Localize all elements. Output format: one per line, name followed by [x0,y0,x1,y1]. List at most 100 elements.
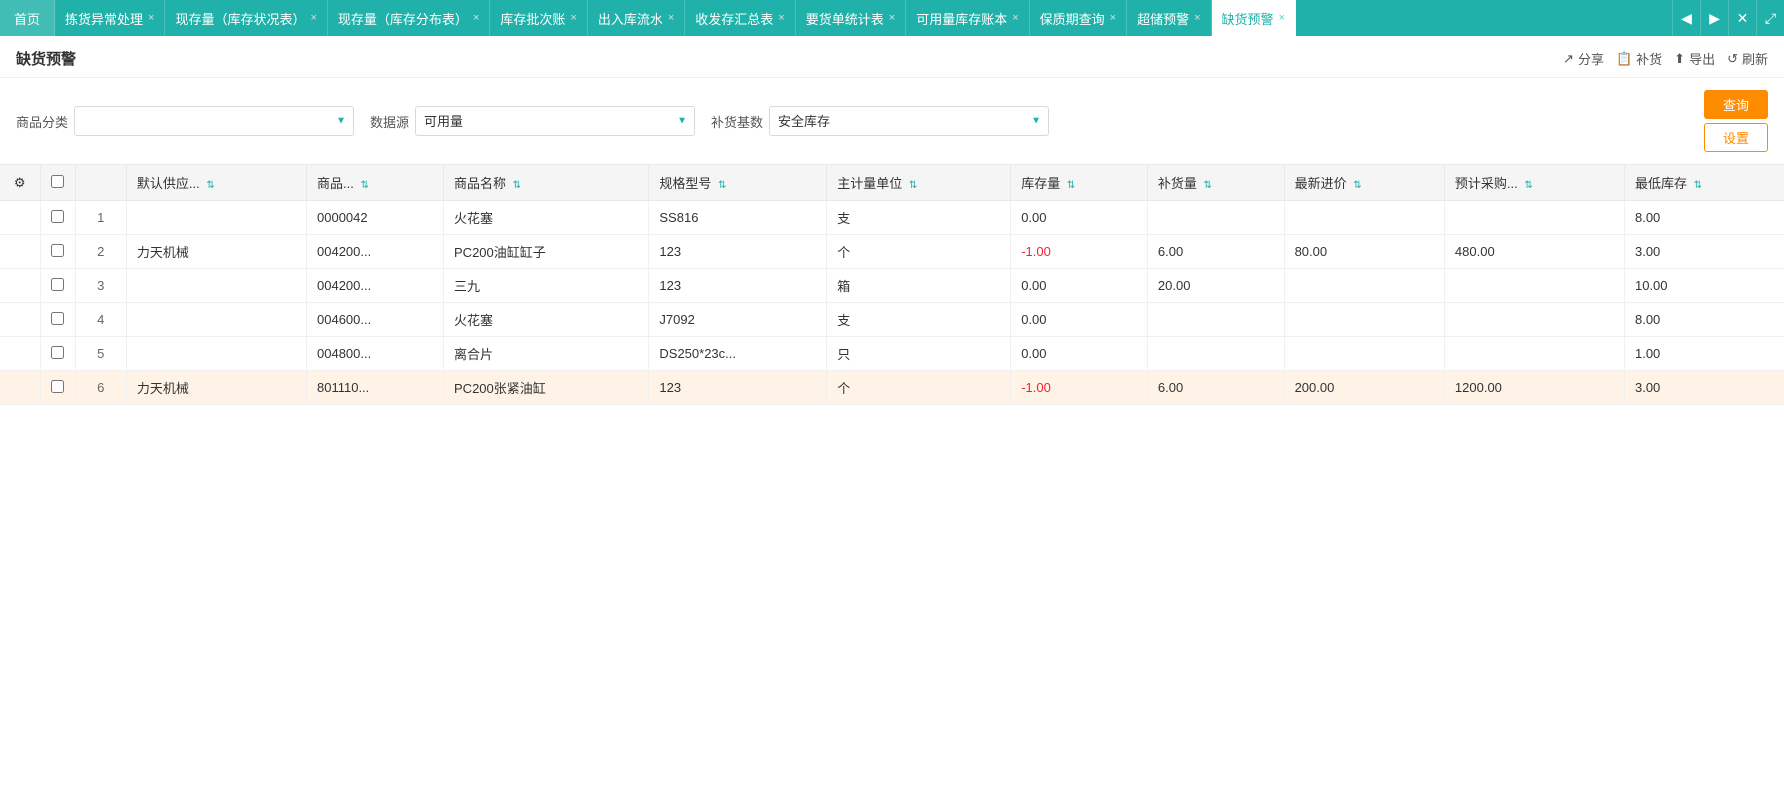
main-content: 缺货预警 ↗ 分享 📋 补货 ⬆ 导出 ↺ 刷新 商品分类 [0,36,1784,796]
row-checkbox[interactable] [51,278,64,291]
export-button[interactable]: ⬆ 导出 [1674,49,1715,68]
sort-icon: ⇅ [513,180,521,191]
table-container: ⚙ 默认供应... ⇅ 商品... ⇅ 商品名称 [0,164,1784,405]
table-row: 1 0000042 火花塞 SS816 支 0.00 8.00 [0,201,1784,235]
row-est-purchase: 1200.00 [1444,371,1624,405]
data-table: ⚙ 默认供应... ⇅ 商品... ⇅ 商品名称 [0,164,1784,405]
tab-expiry-query[interactable]: 保质期查询 × [1030,0,1127,36]
col-min-stock[interactable]: 最低库存 ⇅ [1624,165,1784,201]
tab-inventory-status[interactable]: 现存量（库存状况表） × [165,0,327,36]
col-gear[interactable]: ⚙ [0,165,40,201]
close-icon[interactable]: × [310,12,316,24]
close-icon[interactable]: × [1012,12,1018,24]
row-checkbox[interactable] [51,346,64,359]
row-unit: 支 [827,303,1011,337]
col-unit[interactable]: 主计量单位 ⇅ [827,165,1011,201]
close-icon[interactable]: × [668,12,674,24]
col-latest-price[interactable]: 最新进价 ⇅ [1284,165,1444,201]
col-spec[interactable]: 规格型号 ⇅ [649,165,827,201]
refresh-icon: ↺ [1727,51,1738,67]
row-latest-price [1284,337,1444,371]
tab-order-stats[interactable]: 要货单统计表 × [796,0,906,36]
close-icon[interactable]: × [1110,12,1116,24]
row-replenish [1147,303,1284,337]
row-est-purchase [1444,303,1624,337]
row-no: 4 [75,303,126,337]
close-icon[interactable]: × [778,12,784,24]
row-latest-price [1284,201,1444,235]
col-stock[interactable]: 库存量 ⇅ [1011,165,1148,201]
tab-overstock[interactable]: 超储预警 × [1127,0,1211,36]
tab-inout-flow[interactable]: 出入库流水 × [588,0,685,36]
col-supplier[interactable]: 默认供应... ⇅ [126,165,306,201]
col-est-purchase[interactable]: 预计采购... ⇅ [1444,165,1624,201]
row-latest-price: 200.00 [1284,371,1444,405]
sort-icon: ⇅ [909,180,917,191]
tab-prev-button[interactable]: ◀ [1672,0,1700,36]
share-button[interactable]: ↗ 分享 [1563,49,1604,68]
row-supplier: 力天机械 [126,235,306,269]
tab-shortage[interactable]: 缺货预警 × [1212,0,1296,36]
row-min-stock: 8.00 [1624,201,1784,235]
table-row: 6 力天机械 801110... PC200张紧油缸 123 个 -1.00 6… [0,371,1784,405]
tab-inventory-dist[interactable]: 现存量（库存分布表） × [328,0,490,36]
row-code: 004600... [307,303,444,337]
close-icon[interactable]: × [1194,12,1200,24]
tab-home[interactable]: 首页 [0,0,55,36]
close-icon[interactable]: × [889,12,895,24]
row-replenish: 20.00 [1147,269,1284,303]
replenish-base-select[interactable]: 安全库存 [769,106,1049,136]
tab-expand-button[interactable]: ⤢ [1756,0,1784,36]
row-spec: DS250*23c... [649,337,827,371]
filter-actions: 查询 设置 [1704,90,1768,152]
col-code[interactable]: 商品... ⇅ [307,165,444,201]
row-est-purchase [1444,337,1624,371]
close-icon[interactable]: × [473,12,479,24]
select-all-checkbox[interactable] [51,175,64,188]
col-replenish[interactable]: 补货量 ⇅ [1147,165,1284,201]
row-no: 1 [75,201,126,235]
tab-available-ledger[interactable]: 可用量库存账本 × [906,0,1029,36]
refresh-button[interactable]: ↺ 刷新 [1727,49,1768,68]
tab-next-button[interactable]: ▶ [1700,0,1728,36]
row-name: 三九 [444,269,649,303]
settings-button[interactable]: 设置 [1704,123,1768,152]
row-est-purchase: 480.00 [1444,235,1624,269]
row-gear-cell [0,235,40,269]
gear-icon: ⚙ [14,175,26,190]
row-checkbox[interactable] [51,210,64,223]
share-icon: ↗ [1563,51,1574,67]
tab-receive-summary[interactable]: 收发存汇总表 × [685,0,795,36]
col-name[interactable]: 商品名称 ⇅ [444,165,649,201]
replenish-icon: 📋 [1616,51,1632,67]
row-no: 2 [75,235,126,269]
col-check [40,165,75,201]
export-icon: ⬆ [1674,51,1685,67]
datasource-select[interactable]: 可用量 [415,106,695,136]
row-supplier [126,337,306,371]
row-gear-cell [0,303,40,337]
row-checkbox-cell [40,303,75,337]
category-label: 商品分类 [16,112,68,131]
tab-batch-account[interactable]: 库存批次账 × [490,0,587,36]
close-icon[interactable]: × [148,12,154,24]
row-supplier: 力天机械 [126,371,306,405]
tab-exception[interactable]: 拣货异常处理 × [55,0,165,36]
row-supplier [126,269,306,303]
tab-close-button[interactable]: ✕ [1728,0,1756,36]
row-checkbox[interactable] [51,312,64,325]
header-actions: ↗ 分享 📋 补货 ⬆ 导出 ↺ 刷新 [1563,49,1768,68]
close-icon[interactable]: × [1279,12,1285,24]
replenish-base-select-wrapper: 安全库存 [769,106,1049,136]
tab-bar: 首页 拣货异常处理 × 现存量（库存状况表） × 现存量（库存分布表） × 库存… [0,0,1784,36]
row-gear-cell [0,337,40,371]
close-icon[interactable]: × [570,12,576,24]
replenish-button[interactable]: 📋 补货 [1616,49,1662,68]
row-checkbox[interactable] [51,244,64,257]
query-button[interactable]: 查询 [1704,90,1768,119]
row-min-stock: 3.00 [1624,235,1784,269]
category-select[interactable] [74,106,354,136]
row-checkbox[interactable] [51,380,64,393]
row-replenish [1147,337,1284,371]
row-no: 5 [75,337,126,371]
